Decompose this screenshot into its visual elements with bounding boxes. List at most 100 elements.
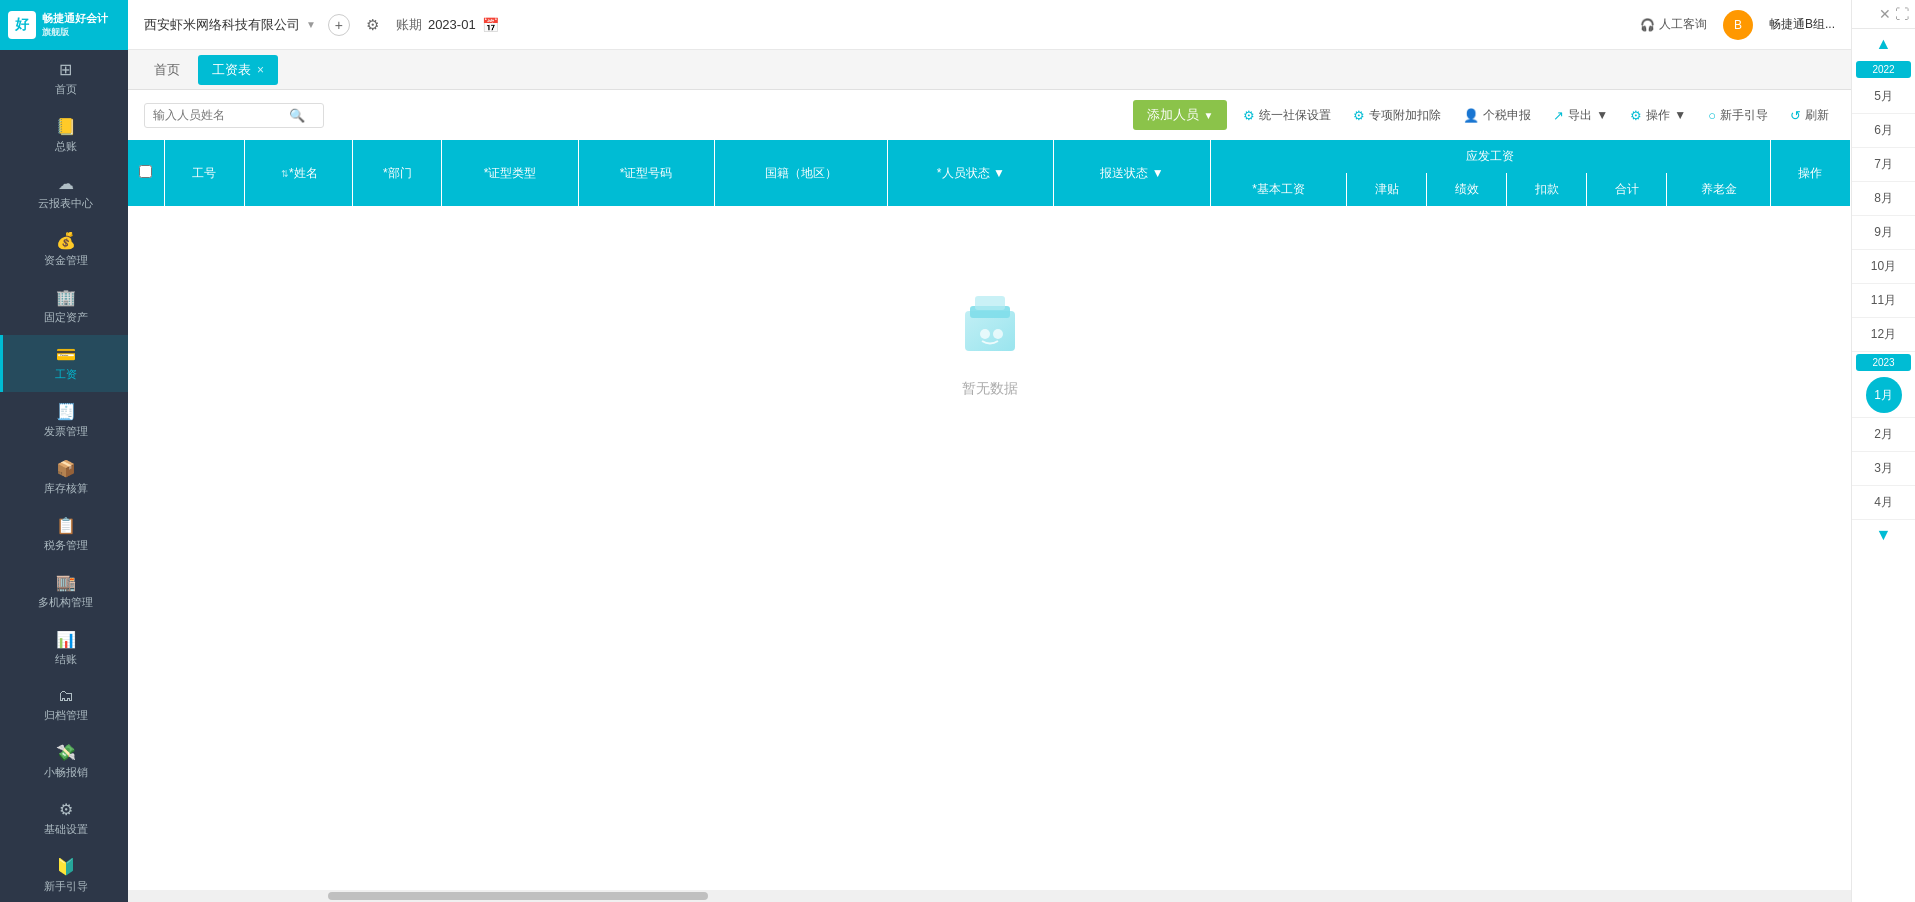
refresh-action[interactable]: ↺ 刷新 — [1784, 103, 1835, 128]
th-basic-salary: *基本工资 — [1210, 173, 1346, 206]
operations-action[interactable]: ⚙ 操作 ▼ — [1624, 103, 1692, 128]
sidebar-item-salary[interactable]: 💳 工资 — [0, 335, 128, 392]
month-10[interactable]: 10月 — [1852, 250, 1915, 284]
sidebar-item-guide[interactable]: 🔰 新手引导 — [0, 847, 128, 902]
sidebar-item-settings[interactable]: ⚙ 基础设置 — [0, 790, 128, 847]
sidebar-item-home[interactable]: ⊞ 首页 — [0, 50, 128, 107]
panel-expand-button[interactable]: ⛶ — [1895, 6, 1909, 22]
social-insurance-action[interactable]: ⚙ 统一社保设置 — [1237, 103, 1337, 128]
sidebar-item-invoice[interactable]: 🧾 发票管理 — [0, 392, 128, 449]
personal-tax-action[interactable]: 👤 个税申报 — [1457, 103, 1537, 128]
month-12[interactable]: 12月 — [1852, 318, 1915, 352]
th-department: *部门 — [353, 140, 442, 206]
settings-label: 基础设置 — [44, 822, 88, 837]
table-header-row1: 工号 ⇅*姓名 *部门 *证型类型 *证型号码 国籍（地区） *人员状态 ▼ 报… — [128, 140, 1851, 173]
multi-org-label: 多机构管理 — [38, 595, 93, 610]
settings-icon[interactable]: ⚙ — [362, 14, 384, 36]
fund-icon: 💰 — [56, 231, 76, 250]
export-icon: ↗ — [1553, 108, 1564, 123]
month-5[interactable]: 5月 — [1852, 80, 1915, 114]
th-deduction: 扣款 — [1507, 173, 1587, 206]
period-label: 账期 — [396, 16, 422, 34]
inventory-icon: 📦 — [56, 459, 76, 478]
tab-home[interactable]: 首页 — [140, 55, 194, 85]
search-input[interactable] — [153, 108, 283, 122]
tax-label: 税务管理 — [44, 538, 88, 553]
th-name: ⇅*姓名 — [244, 140, 353, 206]
th-report-status: 报送状态 ▼ — [1054, 140, 1211, 206]
tab-label-home: 首页 — [154, 61, 180, 79]
svg-rect-2 — [975, 296, 1005, 310]
panel-close-button[interactable]: ✕ — [1879, 6, 1891, 22]
tabbar: 首页工资表× — [128, 50, 1851, 90]
guide-label: 新手引导 — [44, 879, 88, 894]
date-nav-up[interactable]: ▲ — [1852, 29, 1915, 59]
sidebar-item-inventory[interactable]: 📦 库存核算 — [0, 449, 128, 506]
period-value: 2023-01 — [428, 17, 476, 32]
add-company-button[interactable]: + — [328, 14, 350, 36]
date-nav-down[interactable]: ▼ — [1852, 520, 1915, 550]
th-id-type: *证型类型 — [442, 140, 578, 206]
sidebar-item-fund[interactable]: 💰 资金管理 — [0, 221, 128, 278]
archive-icon: 🗂 — [58, 687, 74, 705]
sidebar-item-archive[interactable]: 🗂 归档管理 — [0, 677, 128, 733]
month-11[interactable]: 11月 — [1852, 284, 1915, 318]
month-2023-1[interactable]: 1月 — [1852, 373, 1915, 418]
settings-icon: ⚙ — [59, 800, 73, 819]
month-7[interactable]: 7月 — [1852, 148, 1915, 182]
th-total: 合计 — [1587, 173, 1667, 206]
sidebar-item-tax[interactable]: 📋 税务管理 — [0, 506, 128, 563]
select-all-checkbox[interactable] — [139, 165, 152, 178]
sidebar-item-ledger[interactable]: 📒 总账 — [0, 107, 128, 164]
month-2023-3[interactable]: 3月 — [1852, 452, 1915, 486]
sidebar-item-expense[interactable]: 💸 小畅报销 — [0, 733, 128, 790]
avatar[interactable]: B — [1723, 10, 1753, 40]
company-selector[interactable]: 西安虾米网络科技有限公司 ▼ — [144, 16, 316, 34]
date-list: ▲ 2022 5月 6月 7月 8月 9月 10月 11月 12月 2023 1… — [1852, 29, 1915, 902]
th-employee-id: 工号 — [164, 140, 244, 206]
tab-salary-table[interactable]: 工资表× — [198, 55, 278, 85]
expense-icon: 💸 — [56, 743, 76, 762]
calendar-icon[interactable]: 📅 — [482, 17, 499, 33]
chevron-down-icon: ▼ — [306, 19, 316, 30]
sidebar-item-close[interactable]: 📊 结账 — [0, 620, 128, 677]
month-8[interactable]: 8月 — [1852, 182, 1915, 216]
scrollbar-thumb[interactable] — [328, 892, 708, 900]
year-2022-label: 2022 — [1856, 61, 1911, 78]
close-icon: 📊 — [56, 630, 76, 649]
guide-icon: 🔰 — [56, 857, 76, 876]
dropdown-arrow-icon: ▼ — [1203, 110, 1213, 121]
report-filter-icon[interactable]: ▼ — [1152, 166, 1164, 180]
th-status: *人员状态 ▼ — [888, 140, 1054, 206]
month-6[interactable]: 6月 — [1852, 114, 1915, 148]
th-checkbox[interactable] — [128, 140, 164, 206]
scrollbar[interactable] — [128, 890, 1851, 902]
salary-table: 工号 ⇅*姓名 *部门 *证型类型 *证型号码 国籍（地区） *人员状态 ▼ 报… — [128, 140, 1851, 206]
sidebar-item-cloud-report[interactable]: ☁ 云报表中心 — [0, 164, 128, 221]
month-9[interactable]: 9月 — [1852, 216, 1915, 250]
export-action[interactable]: ↗ 导出 ▼ — [1547, 103, 1614, 128]
empty-state: 暂无数据 — [128, 206, 1851, 478]
sidebar-item-fixed-assets[interactable]: 🏢 固定资产 — [0, 278, 128, 335]
service-button[interactable]: 🎧 人工客询 — [1640, 16, 1707, 33]
invoice-icon: 🧾 — [56, 402, 76, 421]
guide-action[interactable]: ○ 新手引导 — [1702, 103, 1774, 128]
sidebar-item-multi-org[interactable]: 🏬 多机构管理 — [0, 563, 128, 620]
sidebar-logo: 好 畅捷通好会计 旗舰版 — [0, 0, 128, 50]
search-icon[interactable]: 🔍 — [289, 108, 305, 123]
tab-close-salary-table[interactable]: × — [257, 64, 264, 76]
inventory-label: 库存核算 — [44, 481, 88, 496]
special-deduction-action[interactable]: ⚙ 专项附加扣除 — [1347, 103, 1447, 128]
fixed-assets-label: 固定资产 — [44, 310, 88, 325]
filter-icon[interactable]: ▼ — [993, 166, 1005, 180]
month-2023-2[interactable]: 2月 — [1852, 418, 1915, 452]
company-name: 西安虾米网络科技有限公司 — [144, 16, 300, 34]
th-region: 国籍（地区） — [714, 140, 888, 206]
empty-icon — [950, 286, 1030, 366]
invoice-label: 发票管理 — [44, 424, 88, 439]
add-person-button[interactable]: 添加人员 ▼ — [1133, 100, 1227, 130]
month-2023-4[interactable]: 4月 — [1852, 486, 1915, 520]
search-wrap[interactable]: 🔍 — [144, 103, 324, 128]
logo-icon: 好 — [8, 11, 36, 39]
tax-icon: 📋 — [56, 516, 76, 535]
